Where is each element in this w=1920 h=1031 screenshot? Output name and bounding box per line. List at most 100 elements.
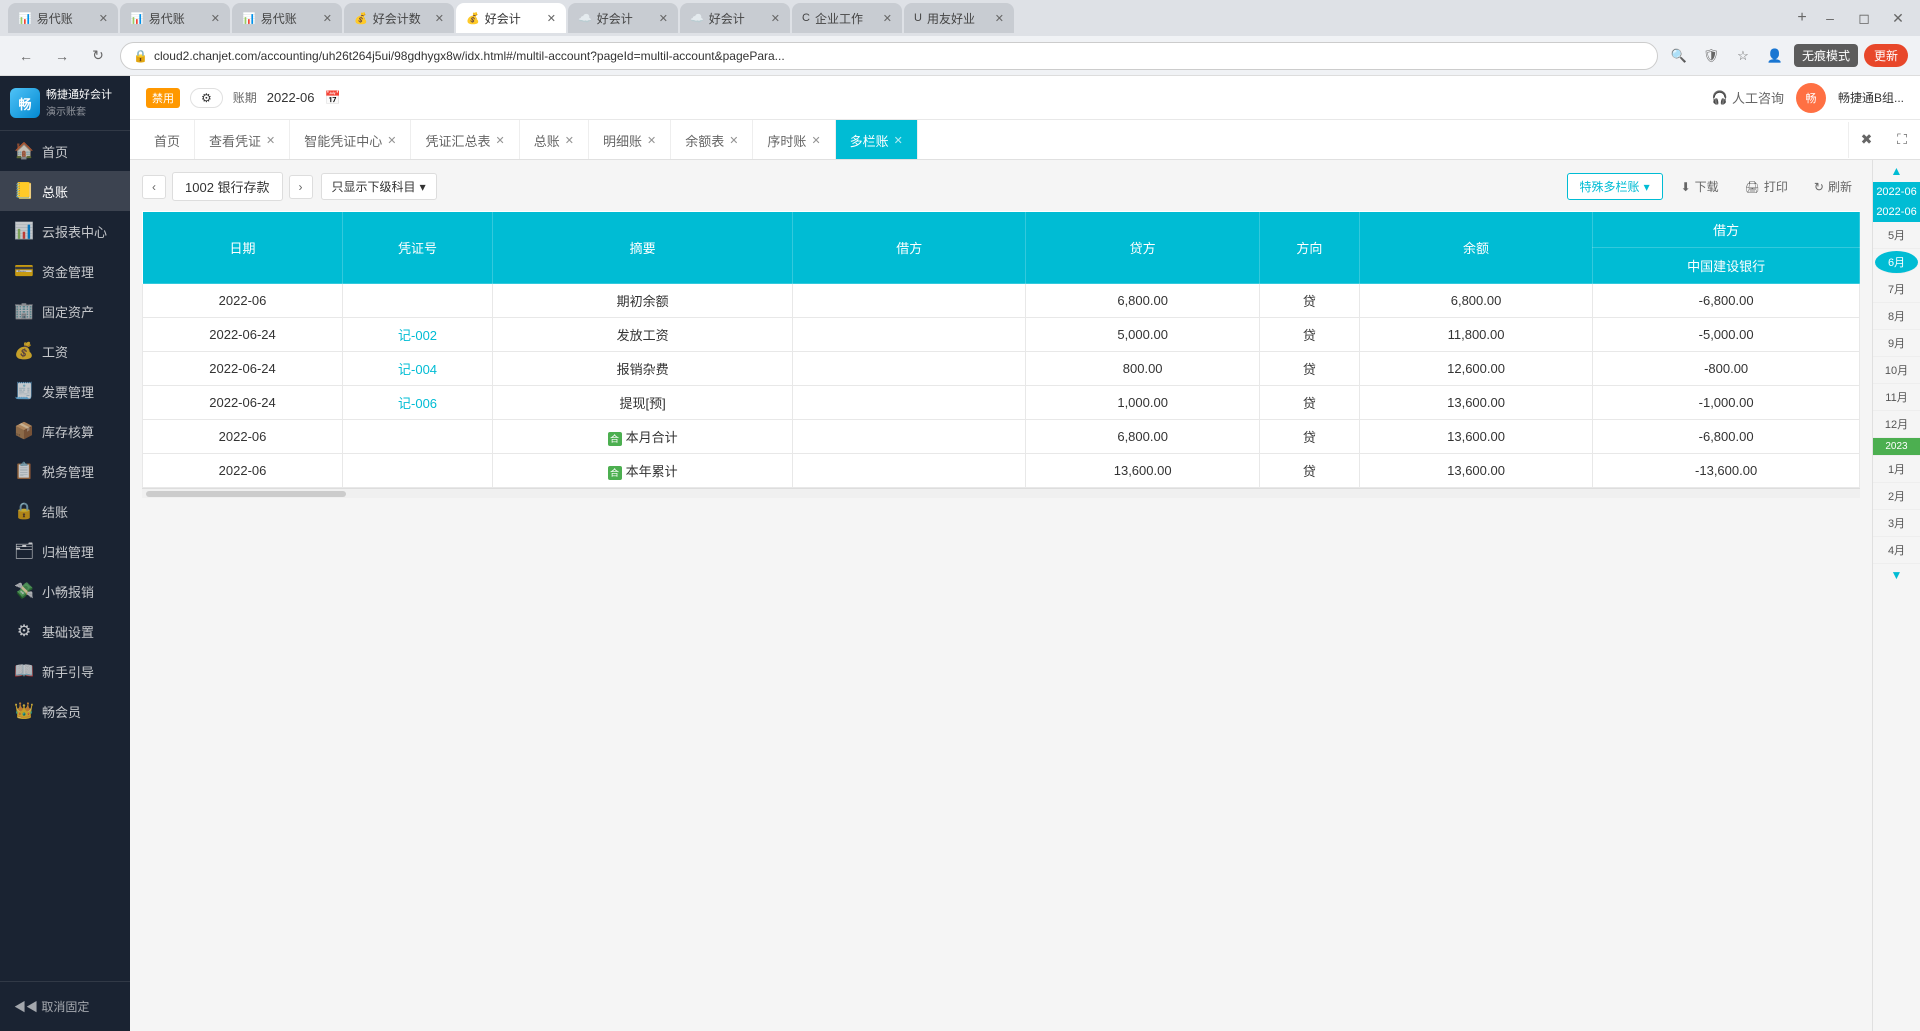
page-tab-close-2[interactable]: ✕ xyxy=(387,134,396,147)
sidebar-item-home[interactable]: 🏠首页 xyxy=(0,131,130,171)
consult-button[interactable]: 🎧 人工咨询 xyxy=(1712,88,1784,107)
expand-tabs-button[interactable]: ⛶ xyxy=(1884,122,1920,158)
page-tab-5[interactable]: 明细账✕ xyxy=(589,120,671,160)
multi-col-button[interactable]: 特殊多栏账 ▾ xyxy=(1567,173,1663,200)
page-tab-3[interactable]: 凭证汇总表✕ xyxy=(411,120,519,160)
prev-account-button[interactable]: ‹ xyxy=(142,175,166,199)
sidebar-item-close[interactable]: 🔒结账 xyxy=(0,491,130,531)
minimize-button[interactable]: – xyxy=(1816,4,1844,32)
tab-close-icon[interactable]: ✕ xyxy=(771,12,780,25)
calendar-icon[interactable]: 📅 xyxy=(325,90,341,106)
account-settings-dropdown[interactable]: ⚙ xyxy=(190,88,223,108)
tab-close-icon[interactable]: ✕ xyxy=(323,12,332,25)
browser-tab-t7[interactable]: ☁️好会计✕ xyxy=(680,3,790,33)
back-button[interactable]: ← xyxy=(12,42,40,70)
restore-button[interactable]: ◻ xyxy=(1850,4,1878,32)
browser-tab-t2[interactable]: 📊易代账✕ xyxy=(120,3,230,33)
calendar-item-11[interactable]: 3月 xyxy=(1873,510,1920,537)
browser-tab-t3[interactable]: 📊易代账✕ xyxy=(232,3,342,33)
tab-close-icon[interactable]: ✕ xyxy=(995,12,1004,25)
star-icon[interactable]: ☆ xyxy=(1730,43,1756,69)
browser-tab-t1[interactable]: 📊易代账✕ xyxy=(8,3,118,33)
cell-balance: 6,800.00 xyxy=(1359,284,1592,318)
sidebar-item-salary[interactable]: 💰工资 xyxy=(0,331,130,371)
calendar-item-2[interactable]: 7月 xyxy=(1873,276,1920,303)
horizontal-scrollbar[interactable] xyxy=(142,488,1860,498)
calendar-item-7[interactable]: 12月 xyxy=(1873,411,1920,438)
calendar-item-3[interactable]: 8月 xyxy=(1873,303,1920,330)
calendar-scroll-up[interactable]: ▲ xyxy=(1873,160,1920,182)
shield-icon[interactable]: 🛡 xyxy=(1698,43,1724,69)
page-tab-close-5[interactable]: ✕ xyxy=(647,134,656,147)
print-button[interactable]: 🖨 打印 xyxy=(1737,174,1796,199)
page-tab-close-4[interactable]: ✕ xyxy=(565,134,574,147)
sidebar-item-archive[interactable]: 🗂归档管理 xyxy=(0,531,130,571)
sidebar-item-ledger[interactable]: 📒总账 xyxy=(0,171,130,211)
page-tab-6[interactable]: 余额表✕ xyxy=(671,120,753,160)
download-button[interactable]: ⬇ 下载 xyxy=(1673,174,1727,199)
new-tab-button[interactable]: + xyxy=(1788,4,1816,32)
page-tab-7[interactable]: 序时账✕ xyxy=(753,120,835,160)
close-button[interactable]: ✕ xyxy=(1884,4,1912,32)
calendar-item-9[interactable]: 1月 xyxy=(1873,456,1920,483)
browser-tab-t8[interactable]: C企业工作✕ xyxy=(792,3,902,33)
tab-close-icon[interactable]: ✕ xyxy=(435,12,444,25)
page-tab-8[interactable]: 多栏账✕ xyxy=(836,120,918,160)
page-tab-1[interactable]: 查看凭证✕ xyxy=(195,120,290,160)
page-tab-close-3[interactable]: ✕ xyxy=(496,134,505,147)
profile-icon[interactable]: 👤 xyxy=(1762,43,1788,69)
sidebar-item-inventory[interactable]: 📦库存核算 xyxy=(0,411,130,451)
tab-close-icon[interactable]: ✕ xyxy=(883,12,892,25)
sidebar-item-tax[interactable]: 📋税务管理 xyxy=(0,451,130,491)
search-icon[interactable]: 🔍 xyxy=(1666,43,1692,69)
sidebar-item-report[interactable]: 📊云报表中心 xyxy=(0,211,130,251)
tab-close-icon[interactable]: ✕ xyxy=(659,12,668,25)
tab-close-icon[interactable]: ✕ xyxy=(211,12,220,25)
calendar-item-8[interactable]: 2023 xyxy=(1873,438,1920,456)
page-tab-4[interactable]: 总账✕ xyxy=(520,120,589,160)
calendar-scroll-down[interactable]: ▼ xyxy=(1873,564,1920,586)
tab-favicon: ☁️ xyxy=(578,12,592,25)
scrollbar-thumb[interactable] xyxy=(146,491,346,497)
page-tab-2[interactable]: 智能凭证中心✕ xyxy=(290,120,411,160)
calendar-item-10[interactable]: 2月 xyxy=(1873,483,1920,510)
unpin-button[interactable]: ◀◀ 取消固定 xyxy=(0,990,130,1023)
refresh-button[interactable]: ↻ 刷新 xyxy=(1806,174,1860,199)
calendar-item-4[interactable]: 9月 xyxy=(1873,330,1920,357)
collapse-tabs-button[interactable]: ✖ xyxy=(1848,122,1884,158)
account-code[interactable]: 1002 银行存款 xyxy=(172,172,283,201)
sidebar-item-member[interactable]: 👑畅会员 xyxy=(0,691,130,731)
calendar-item-1[interactable]: 6月 xyxy=(1875,251,1918,274)
sidebar-item-base[interactable]: ⚙基础设置 xyxy=(0,611,130,651)
tab-close-icon[interactable]: ✕ xyxy=(99,12,108,25)
calendar-item-5[interactable]: 10月 xyxy=(1873,357,1920,384)
sidebar-item-expense[interactable]: 💸小畅报销 xyxy=(0,571,130,611)
incognito-button[interactable]: 无痕模式 xyxy=(1794,44,1858,67)
sidebar-item-asset[interactable]: 🏢固定资产 xyxy=(0,291,130,331)
voucher-link[interactable]: 记-006 xyxy=(398,396,437,411)
browser-tab-t5[interactable]: 💰好会计✕ xyxy=(456,3,566,33)
browser-tab-t4[interactable]: 💰好会计数✕ xyxy=(344,3,454,33)
next-account-button[interactable]: › xyxy=(289,175,313,199)
calendar-item-6[interactable]: 11月 xyxy=(1873,384,1920,411)
sidebar-item-guide[interactable]: 📖新手引导 xyxy=(0,651,130,691)
browser-tab-t9[interactable]: U用友好业✕ xyxy=(904,3,1014,33)
forward-button[interactable]: → xyxy=(48,42,76,70)
browser-tab-t6[interactable]: ☁️好会计✕ xyxy=(568,3,678,33)
update-button[interactable]: 更新 xyxy=(1864,44,1908,67)
reload-button[interactable]: ↻ xyxy=(84,42,112,70)
page-tab-close-6[interactable]: ✕ xyxy=(729,134,738,147)
sidebar-item-fund[interactable]: 💳资金管理 xyxy=(0,251,130,291)
page-tab-close-1[interactable]: ✕ xyxy=(266,134,275,147)
voucher-link[interactable]: 记-004 xyxy=(398,362,437,377)
page-tab-0[interactable]: 首页 xyxy=(140,120,195,160)
filter-dropdown[interactable]: 只显示下级科目 ▾ xyxy=(321,173,437,200)
calendar-item-12[interactable]: 4月 xyxy=(1873,537,1920,564)
voucher-link[interactable]: 记-002 xyxy=(398,328,437,343)
page-tab-close-8[interactable]: ✕ xyxy=(894,134,903,147)
page-tab-close-7[interactable]: ✕ xyxy=(811,134,820,147)
sidebar-item-invoice[interactable]: 🧾发票管理 xyxy=(0,371,130,411)
calendar-item-0[interactable]: 5月 xyxy=(1873,222,1920,249)
url-bar[interactable]: 🔒 cloud2.chanjet.com/accounting/uh26t264… xyxy=(120,42,1658,70)
tab-close-icon[interactable]: ✕ xyxy=(547,12,556,25)
